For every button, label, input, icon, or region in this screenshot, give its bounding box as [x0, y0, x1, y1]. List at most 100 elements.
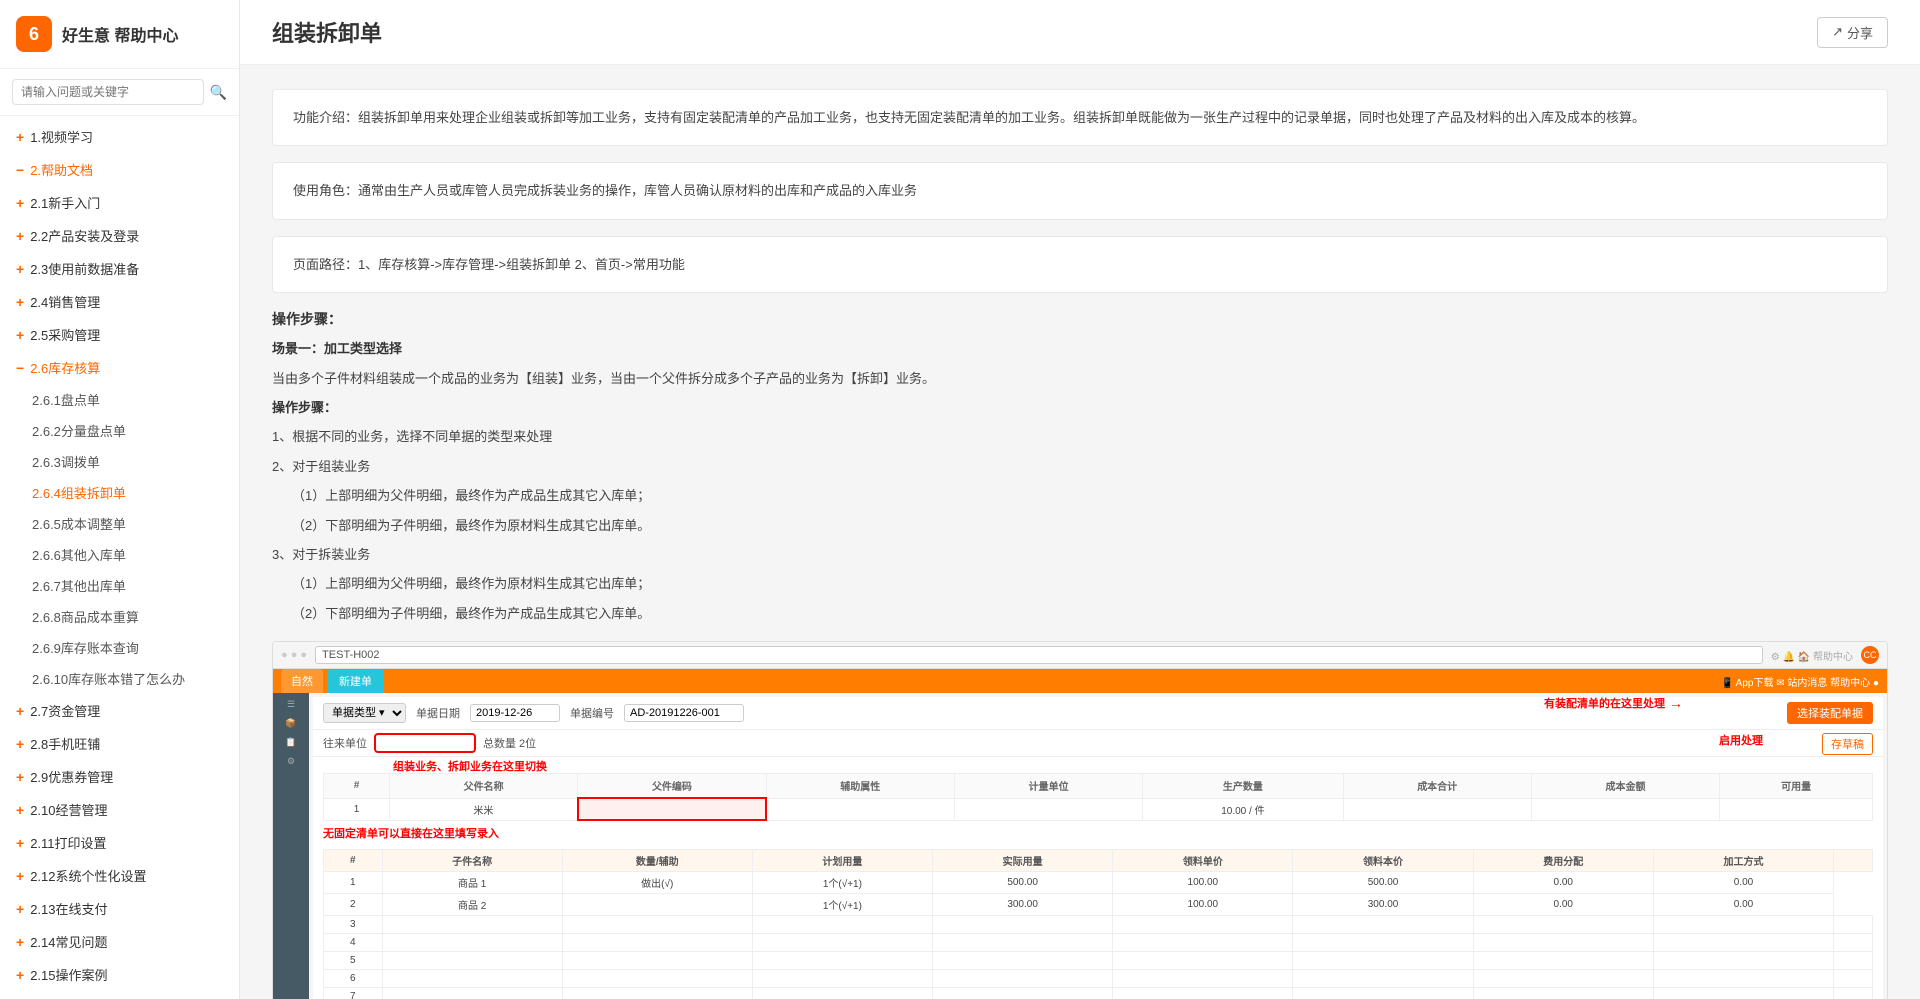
sidebar-item-2-2[interactable]: + 2.2产品安装及登录	[0, 219, 239, 252]
col-aux: 辅助属性	[766, 774, 954, 799]
lower-cell-4-5	[1113, 952, 1293, 970]
mock-nav-icon-4: ⚙	[287, 756, 295, 767]
screenshot-wrapper: ● ● ● TEST-H002 ⚙ 🔔 🏠 帮助中心 CC 自然 新建单 📱 A…	[272, 641, 1888, 999]
lower-cell-2-1	[382, 916, 562, 934]
intro-block: 功能介绍：组装拆卸单用来处理企业组装或拆卸等加工业务，支持有固定装配清单的产品加…	[272, 89, 1888, 146]
sub-col-action	[1834, 850, 1873, 872]
sidebar-item-2-7[interactable]: + 2.7资金管理	[0, 694, 239, 727]
page-title: 组装拆卸单	[272, 16, 382, 48]
mock-tab-new[interactable]: 新建单	[327, 669, 384, 693]
mock-type-select[interactable]: 单据类型 ▾	[323, 703, 406, 723]
lower-cell-3-9	[1834, 934, 1873, 952]
lower-cell-0-1: 商品 1	[382, 872, 562, 894]
share-label: 分享	[1847, 23, 1873, 42]
mock-confirm-btn[interactable]: 选择装配单据	[1787, 702, 1873, 724]
cell-cost-total	[1343, 798, 1531, 820]
mock-type-row: 往来单位 总数量 2位 组装业务、拆卸业务在这里切换 启用处理 存草稿	[313, 730, 1883, 757]
lower-cell-3-4	[933, 934, 1113, 952]
sidebar-item-2-5[interactable]: + 2.5采购管理	[0, 318, 239, 351]
sidebar-item-2-3[interactable]: + 2.3使用前数据准备	[0, 252, 239, 285]
lower-table-row: 7	[324, 988, 1873, 999]
sidebar-item-2-10[interactable]: + 2.10经营管理	[0, 793, 239, 826]
sidebar-item-2-6-6[interactable]: 2.6.6其他入库单	[0, 539, 239, 570]
cell-cost-amount	[1531, 798, 1719, 820]
step3: 3、对于拆装业务	[272, 543, 1888, 566]
mock-warehouse-input[interactable]	[375, 734, 475, 752]
sidebar-item-2-13[interactable]: + 2.13在线支付	[0, 892, 239, 925]
sidebar-item-2[interactable]: − 2.帮助文档	[0, 153, 239, 186]
lower-cell-5-2	[562, 970, 752, 988]
search-icon[interactable]: 🔍	[210, 84, 227, 101]
mock-nav-icon-3: 📋	[285, 737, 296, 748]
mock-date-input[interactable]	[470, 704, 560, 722]
plus-icon: +	[16, 703, 24, 719]
plus-icon: +	[16, 261, 24, 277]
sidebar-item-2-15[interactable]: + 2.15操作案例	[0, 958, 239, 991]
mock-tab-home[interactable]: 自然	[281, 669, 323, 693]
plus-icon: +	[16, 868, 24, 884]
mock-save-btn[interactable]: 存草稿	[1822, 733, 1873, 755]
lower-cell-4-0: 5	[324, 952, 383, 970]
lower-cell-4-6	[1293, 952, 1473, 970]
plus-icon: +	[16, 327, 24, 343]
lower-cell-4-4	[933, 952, 1113, 970]
cell-parent-name: 米米	[389, 798, 577, 820]
lower-cell-4-9	[1834, 952, 1873, 970]
lower-cell-0-6: 500.00	[1293, 872, 1473, 894]
step3-2: （2）下部明细为子件明细，最终作为产成品生成其它入库单。	[272, 602, 1888, 625]
sidebar-item-1[interactable]: + 1.视频学习	[0, 120, 239, 153]
lower-cell-1-1: 商品 2	[382, 894, 562, 916]
sidebar-item-2-6-8[interactable]: 2.6.8商品成本重算	[0, 601, 239, 632]
lower-cell-2-3	[752, 916, 932, 934]
sidebar-item-2-11[interactable]: + 2.11打印设置	[0, 826, 239, 859]
sidebar-item-2-1[interactable]: + 2.1新手入门	[0, 186, 239, 219]
mock-doc-header: 单据类型 ▾ 单据日期 单据编号 有装配清单的在这里处理 → 选择装配单	[313, 697, 1883, 730]
scene1-desc: 当由多个子件材料组装成一个成品的业务为【组装】业务，当由一个父件拆分成多个子产品…	[272, 367, 1888, 390]
mock-date-label: 单据日期	[416, 705, 460, 721]
lower-cell-4-8	[1653, 952, 1833, 970]
browser-icons: ⚙ 🔔 🏠 帮助中心	[1771, 648, 1853, 663]
sidebar-item-2-6-1[interactable]: 2.6.1盘点单	[0, 384, 239, 415]
lower-cell-3-0: 4	[324, 934, 383, 952]
sidebar-item-2-14[interactable]: + 2.14常见问题	[0, 925, 239, 958]
sidebar-item-2-6-4[interactable]: 2.6.4组装拆卸单	[0, 477, 239, 508]
lower-cell-5-1	[382, 970, 562, 988]
lower-cell-5-3	[752, 970, 932, 988]
lower-cell-2-9	[1834, 916, 1873, 934]
annotation5-container: 无固定清单可以直接在这里填写录入	[313, 825, 1883, 843]
sidebar-item-2-6-3[interactable]: 2.6.3调拨单	[0, 446, 239, 477]
lower-cell-1-8: 0.00	[1653, 894, 1833, 916]
mock-app-header: 自然 新建单 📱 App下载 ✉ 站内消息 帮助中心 ●	[273, 669, 1887, 693]
sidebar-item-2-12[interactable]: + 2.12系统个性化设置	[0, 859, 239, 892]
sidebar-item-2-9[interactable]: + 2.9优惠券管理	[0, 760, 239, 793]
mock-num-input[interactable]	[624, 704, 744, 722]
sub-col-alloc: 费用分配	[1473, 850, 1653, 872]
mock-doc-area: 单据类型 ▾ 单据日期 单据编号 有装配清单的在这里处理 → 选择装配单	[309, 693, 1887, 999]
lower-cell-2-4	[933, 916, 1113, 934]
lower-cell-6-6	[1293, 988, 1473, 999]
sidebar-item-2-4[interactable]: + 2.4销售管理	[0, 285, 239, 318]
lower-cell-6-5	[1113, 988, 1293, 999]
lower-cell-3-5	[1113, 934, 1293, 952]
lower-cell-0-8: 0.00	[1653, 872, 1833, 894]
share-icon: ↗	[1832, 24, 1843, 40]
col-num: #	[324, 774, 390, 799]
share-button[interactable]: ↗ 分享	[1817, 17, 1888, 48]
sidebar-item-2-6-2[interactable]: 2.6.2分量盘点单	[0, 415, 239, 446]
mock-nav-icon-1: ☰	[287, 699, 295, 710]
sidebar-item-2-6-5[interactable]: 2.6.5成本调整单	[0, 508, 239, 539]
lower-cell-5-9	[1834, 970, 1873, 988]
mock-qty-label: 总数量 2位	[483, 735, 536, 751]
lower-cell-6-8	[1653, 988, 1833, 999]
sub-col-plan: 计划用量	[752, 850, 932, 872]
sidebar-item-2-6-7[interactable]: 2.6.7其他出库单	[0, 570, 239, 601]
plus-icon: +	[16, 195, 24, 211]
cell-num: 1	[324, 798, 390, 820]
sidebar-item-2-8[interactable]: + 2.8手机旺铺	[0, 727, 239, 760]
sidebar-item-2-6[interactable]: − 2.6库存核算	[0, 351, 239, 384]
sidebar-item-2-6-9[interactable]: 2.6.9库存账本查询	[0, 632, 239, 663]
lower-cell-5-7	[1473, 970, 1653, 988]
sidebar-item-2-6-10[interactable]: 2.6.10库存账本错了怎么办	[0, 663, 239, 694]
col-cost-amount: 成本金额	[1531, 774, 1719, 799]
search-input[interactable]	[12, 79, 204, 105]
